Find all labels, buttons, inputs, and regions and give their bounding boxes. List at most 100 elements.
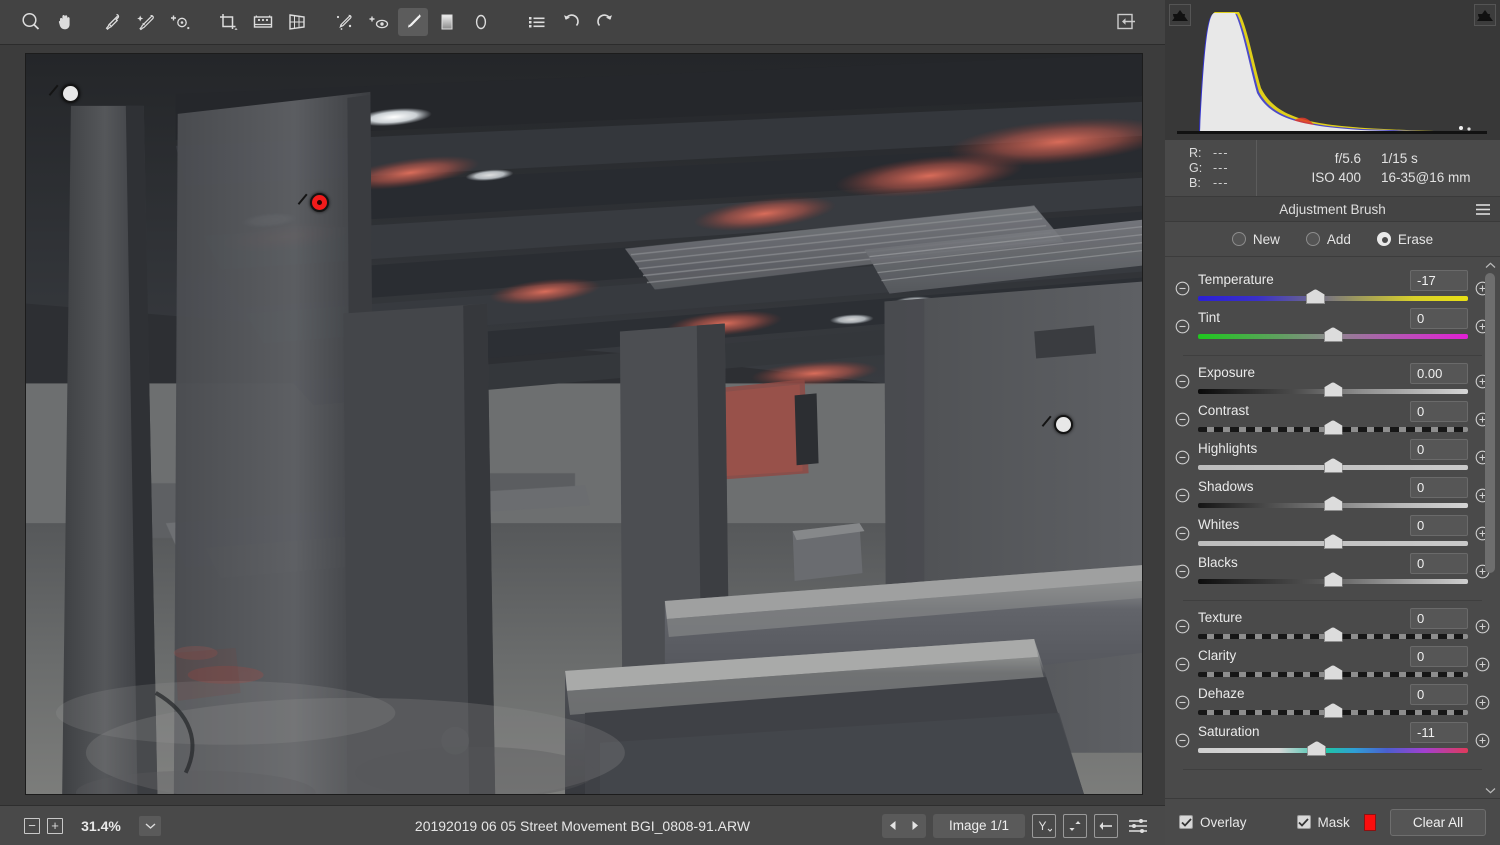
highlight-clipping-indicator[interactable] (1474, 4, 1496, 26)
slider-thumb[interactable] (1323, 572, 1343, 587)
zoom-in-button[interactable]: + (47, 817, 63, 834)
graduated-filter-tool[interactable] (432, 8, 462, 36)
slider-clarity[interactable]: Clarity 0 (1165, 645, 1500, 683)
slider-temperature[interactable]: Temperature -17 (1165, 269, 1500, 307)
slider-track[interactable] (1198, 665, 1468, 680)
adjustment-brush-tool[interactable] (398, 8, 428, 36)
slider-dehaze[interactable]: Dehaze 0 (1165, 683, 1500, 721)
slider-thumb[interactable] (1323, 327, 1343, 342)
slider-track[interactable] (1198, 703, 1468, 718)
decrease-icon[interactable] (1175, 526, 1190, 541)
straighten-tool[interactable] (248, 8, 278, 36)
open-in-photoshop-button[interactable] (1111, 8, 1141, 36)
slider-track[interactable] (1198, 496, 1468, 511)
clear-all-button[interactable]: Clear All (1390, 808, 1486, 836)
slider-track[interactable] (1198, 327, 1468, 342)
decrease-icon[interactable] (1175, 619, 1190, 634)
slider-value[interactable]: -17 (1410, 270, 1468, 291)
slider-value[interactable]: 0 (1410, 684, 1468, 705)
slider-shadows[interactable]: Shadows 0 (1165, 476, 1500, 514)
slider-value[interactable]: 0 (1410, 308, 1468, 329)
workflow-options-button[interactable] (1125, 814, 1151, 838)
red-eye-tool[interactable] (364, 8, 394, 36)
slider-track[interactable] (1198, 458, 1468, 473)
white-balance-tool[interactable] (98, 8, 128, 36)
slider-thumb[interactable] (1323, 703, 1343, 718)
slider-track[interactable] (1198, 420, 1468, 435)
scrollbar-thumb[interactable] (1485, 273, 1495, 573)
slider-thumb[interactable] (1307, 741, 1327, 756)
mask-checkbox[interactable]: Mask (1296, 815, 1350, 830)
overlay-checkbox[interactable]: Overlay (1179, 815, 1247, 830)
spot-removal-tool[interactable] (330, 8, 360, 36)
mask-pin-unselected-2[interactable] (48, 84, 80, 103)
redo-tool[interactable] (590, 8, 620, 36)
slider-whites[interactable]: Whites 0 (1165, 514, 1500, 552)
hand-tool[interactable] (50, 8, 80, 36)
brush-mode-new[interactable]: New (1231, 232, 1280, 247)
previous-image-button[interactable] (882, 814, 904, 838)
presets-tool[interactable] (522, 8, 552, 36)
mask-color-swatch[interactable] (1363, 813, 1376, 831)
slider-blacks[interactable]: Blacks 0 (1165, 552, 1500, 590)
zoom-out-button[interactable]: − (24, 817, 40, 834)
slider-track[interactable] (1198, 289, 1468, 304)
slider-track[interactable] (1198, 534, 1468, 549)
slider-thumb[interactable] (1323, 627, 1343, 642)
mask-pin-selected[interactable] (297, 193, 329, 212)
crop-tool[interactable] (214, 8, 244, 36)
slider-track[interactable] (1198, 382, 1468, 397)
decrease-icon[interactable] (1175, 450, 1190, 465)
decrease-icon[interactable] (1175, 488, 1190, 503)
slider-value[interactable]: 0 (1410, 477, 1468, 498)
slider-thumb[interactable] (1323, 534, 1343, 549)
scroll-down-button[interactable] (1485, 784, 1496, 796)
brush-mode-add[interactable]: Add (1305, 232, 1351, 247)
undo-tool[interactable] (556, 8, 586, 36)
decrease-icon[interactable] (1175, 374, 1190, 389)
zoom-dropdown-button[interactable] (139, 815, 161, 836)
slider-track[interactable] (1198, 572, 1468, 587)
slider-tint[interactable]: Tint 0 (1165, 307, 1500, 345)
decrease-icon[interactable] (1175, 319, 1190, 334)
decrease-icon[interactable] (1175, 733, 1190, 748)
radial-filter-tool[interactable] (466, 8, 496, 36)
slider-thumb[interactable] (1305, 289, 1325, 304)
slider-thumb[interactable] (1323, 665, 1343, 680)
slider-value[interactable]: 0 (1410, 608, 1468, 629)
slider-thumb[interactable] (1323, 420, 1343, 435)
slider-thumb[interactable] (1323, 458, 1343, 473)
transform-tool[interactable] (282, 8, 312, 36)
slider-track[interactable] (1198, 627, 1468, 642)
copy-settings-button[interactable] (1094, 813, 1118, 838)
color-space-button[interactable]: Y (1032, 813, 1056, 838)
decrease-icon[interactable] (1175, 695, 1190, 710)
slider-value[interactable]: 0 (1410, 401, 1468, 422)
next-image-button[interactable] (904, 814, 926, 838)
color-sampler-tool[interactable] (132, 8, 162, 36)
slider-track[interactable] (1198, 741, 1468, 756)
slider-value[interactable]: 0 (1410, 515, 1468, 536)
slider-contrast[interactable]: Contrast 0 (1165, 400, 1500, 438)
image-canvas-area[interactable] (0, 45, 1165, 805)
slider-value[interactable]: 0.00 (1410, 363, 1468, 384)
panel-menu-button[interactable] (1475, 203, 1491, 219)
decrease-icon[interactable] (1175, 281, 1190, 296)
slider-thumb[interactable] (1323, 382, 1343, 397)
slider-scroll-area[interactable]: Temperature -17 Tint 0 Exposure 0.00 Con… (1165, 256, 1500, 798)
slider-exposure[interactable]: Exposure 0.00 (1165, 362, 1500, 400)
slider-saturation[interactable]: Saturation -11 (1165, 721, 1500, 759)
slider-value[interactable]: 0 (1410, 439, 1468, 460)
scroll-up-button[interactable] (1485, 259, 1496, 271)
brush-mode-erase[interactable]: Erase (1376, 232, 1433, 247)
histogram[interactable] (1165, 0, 1500, 140)
slider-value[interactable]: 0 (1410, 646, 1468, 667)
mask-pin-unselected-1[interactable] (1041, 415, 1073, 434)
target-adjustment-tool[interactable] (166, 8, 196, 36)
decrease-icon[interactable] (1175, 564, 1190, 579)
toggle-before-after-button[interactable] (1063, 813, 1087, 838)
slider-value[interactable]: 0 (1410, 553, 1468, 574)
panel-scrollbar[interactable] (1483, 257, 1497, 798)
shadow-clipping-indicator[interactable] (1169, 4, 1191, 26)
slider-thumb[interactable] (1323, 496, 1343, 511)
